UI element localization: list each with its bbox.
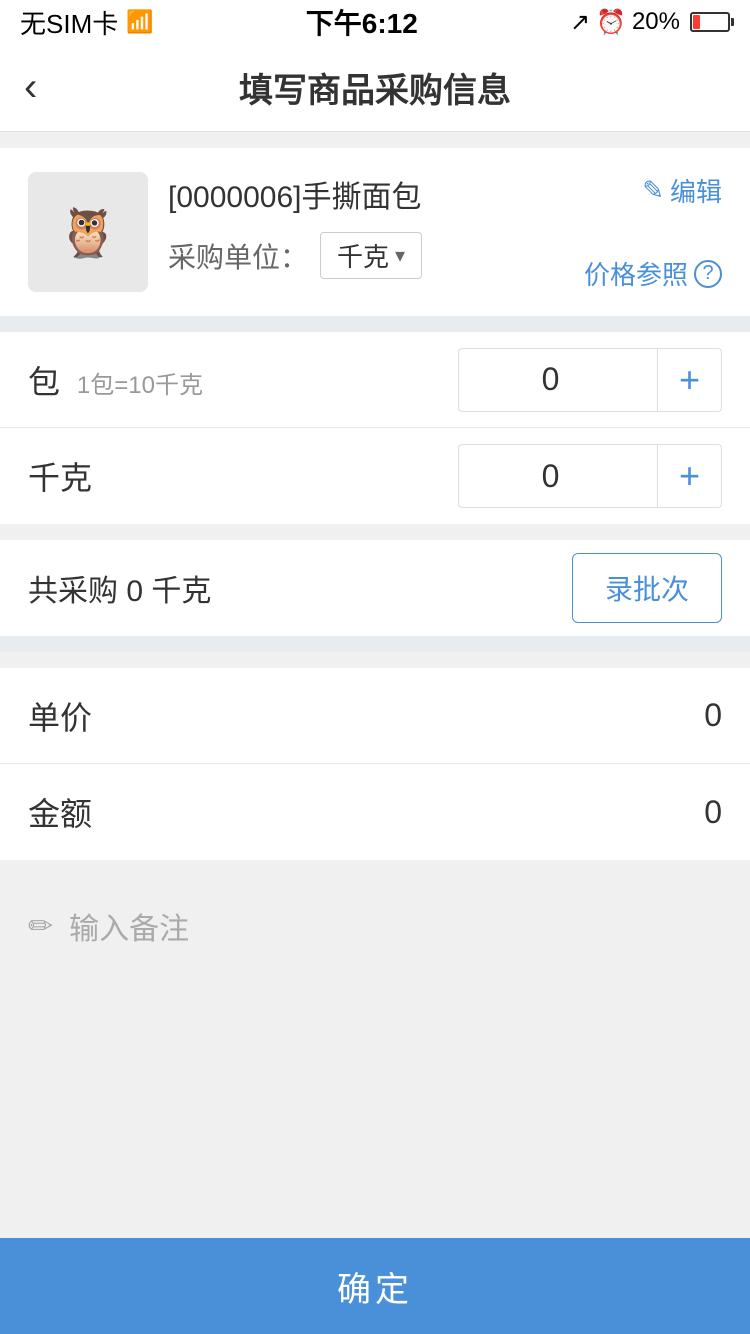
notes-section[interactable]: ✏ 输入备注 (0, 876, 750, 976)
kg-input[interactable] (458, 444, 658, 508)
amount-value: 0 (704, 794, 722, 831)
product-card: 🦉 [0000006]手撕面包 采购单位： 千克 ▾ ✎ 编辑 价格参照 ? (0, 148, 750, 316)
edit-icon: ✎ (642, 175, 664, 206)
pencil-icon: ✏ (28, 909, 53, 944)
bag-plus-button[interactable]: + (658, 348, 722, 412)
summary-row: 共采购 0 千克 录批次 (0, 540, 750, 636)
chevron-down-icon: ▾ (395, 243, 405, 268)
status-bar: 无SIM卡 📶 下午6:12 ↗ ⏰ 20% (0, 0, 750, 44)
unit-selector[interactable]: 千克 ▾ (320, 232, 422, 279)
product-name: [0000006]手撕面包 (168, 172, 722, 216)
carrier-text: 无SIM卡 (20, 4, 118, 41)
unit-price-row: 单价 0 (0, 668, 750, 764)
unit-price-value: 0 (704, 697, 722, 734)
kg-input-row: 千克 + (0, 428, 750, 524)
question-icon: ? (694, 260, 722, 288)
unit-label: 采购单位： (168, 236, 308, 276)
product-owl-icon: 🦉 (58, 204, 118, 261)
bag-input-wrapper: + (458, 348, 722, 412)
edit-button[interactable]: ✎ 编辑 (642, 172, 722, 209)
price-section: 单价 0 金额 0 (0, 668, 750, 860)
bag-label: 包 1包=10千克 (28, 357, 458, 403)
record-batch-button[interactable]: 录批次 (572, 553, 722, 623)
status-time: 下午6:12 (306, 2, 418, 42)
notes-placeholder: 输入备注 (69, 904, 189, 948)
price-ref-label: 价格参照 (584, 255, 688, 292)
summary-section: 共采购 0 千克 录批次 (0, 540, 750, 636)
status-right: ↗ ⏰ 20% (570, 8, 730, 37)
edit-label: 编辑 (670, 172, 722, 209)
price-ref-button[interactable]: 价格参照 ? (584, 255, 722, 292)
amount-label: 金额 (28, 789, 92, 835)
alarm-icon: ⏰ (596, 8, 626, 37)
amount-row: 金额 0 (0, 764, 750, 860)
product-image: 🦉 (28, 172, 148, 292)
nav-bar: ‹ 填写商品采购信息 (0, 44, 750, 132)
unit-price-label: 单价 (28, 693, 92, 739)
location-icon: ↗ (570, 8, 590, 37)
bag-input[interactable] (458, 348, 658, 412)
bag-input-row: 包 1包=10千克 + (0, 332, 750, 428)
bag-sublabel: 1包=10千克 (77, 372, 203, 399)
battery-icon (690, 12, 730, 32)
back-button[interactable]: ‹ (24, 65, 37, 110)
wifi-icon: 📶 (126, 9, 153, 35)
kg-plus-button[interactable]: + (658, 444, 722, 508)
divider-1 (0, 316, 750, 332)
status-left: 无SIM卡 📶 (20, 4, 154, 41)
kg-label: 千克 (28, 453, 458, 499)
input-section: 包 1包=10千克 + 千克 + (0, 332, 750, 524)
summary-text: 共采购 0 千克 (28, 566, 211, 610)
kg-input-wrapper: + (458, 444, 722, 508)
bottom-space (0, 976, 750, 1276)
unit-value: 千克 (337, 237, 389, 274)
page-title: 填写商品采购信息 (239, 63, 511, 112)
confirm-button[interactable]: 确定 (0, 1238, 750, 1334)
divider-2 (0, 636, 750, 652)
battery-text: 20% (632, 8, 680, 36)
